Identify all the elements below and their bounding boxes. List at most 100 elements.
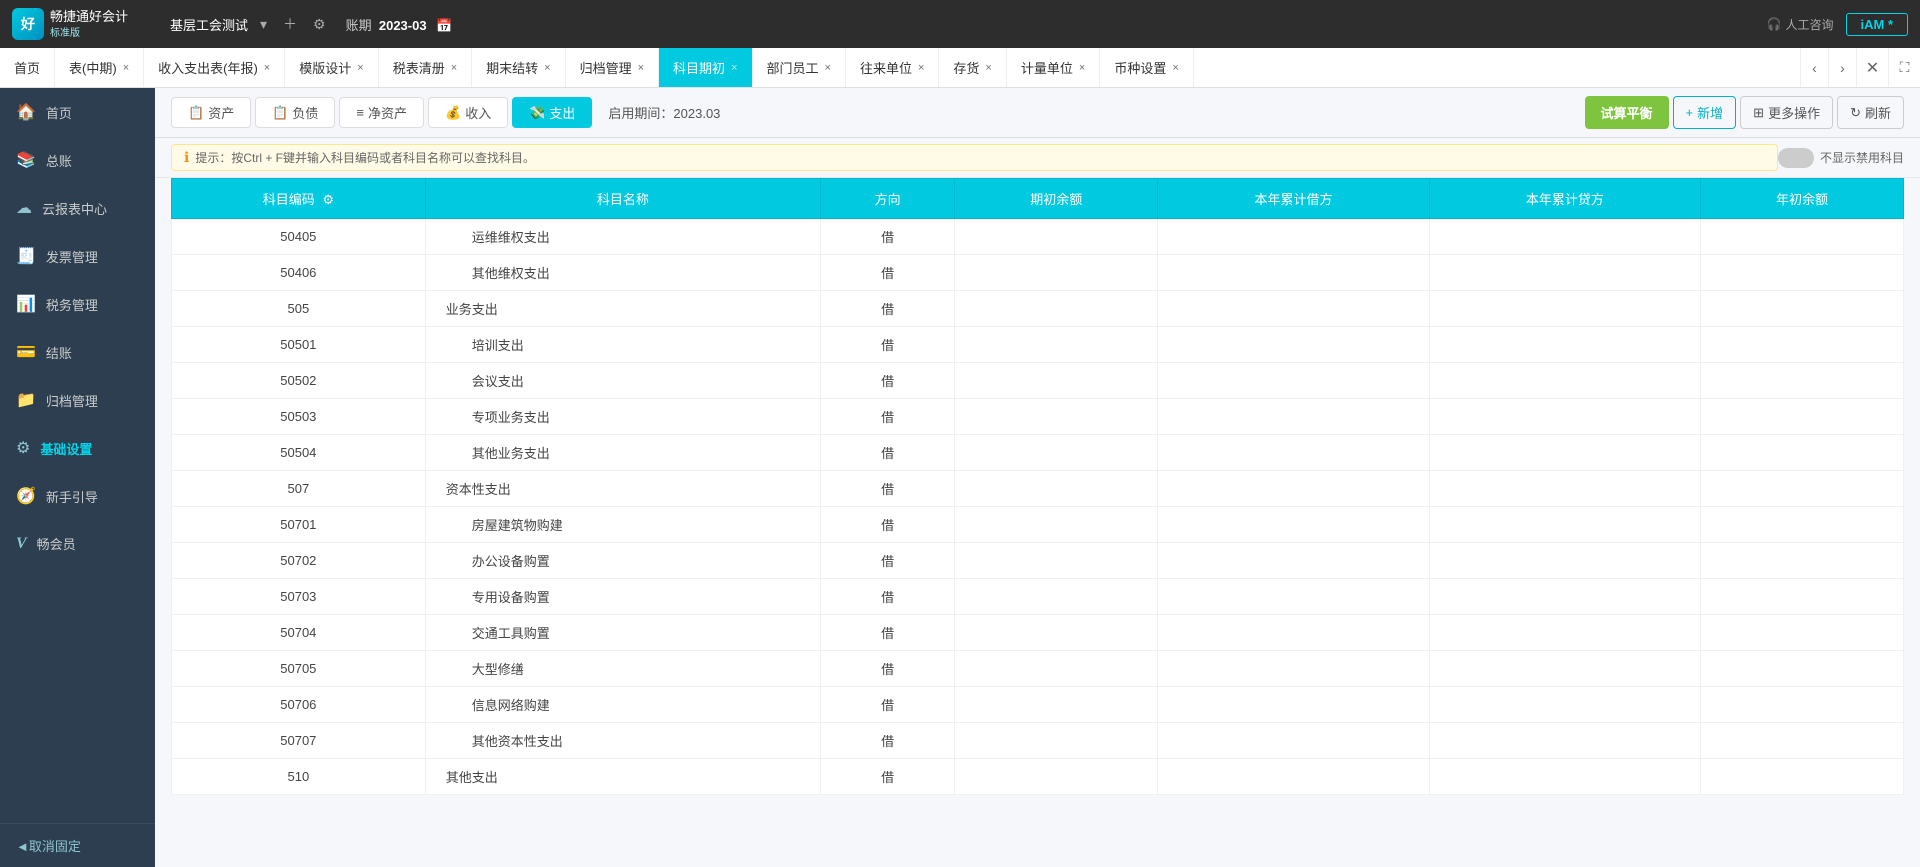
hint-text: 提示：按Ctrl + F键并输入科目编码或者科目名称可以查找科目。 [195,149,535,166]
table-row[interactable]: 50406 其他维权支出 借 [172,255,1904,291]
tab-annual-close[interactable]: × [264,62,270,74]
tab-close-all[interactable]: ✕ [1856,48,1888,88]
tab-contacts-close[interactable]: × [918,62,924,74]
calendar-icon[interactable]: 📅 [436,18,452,33]
sub-tab-expense[interactable]: 💸 支出 [512,97,592,128]
settings-icon[interactable]: ⚙ [309,14,330,35]
table-row[interactable]: 50701 房屋建筑物购建 借 [172,507,1904,543]
dropdown-icon[interactable]: ▾ [256,14,271,35]
tab-unit-close[interactable]: × [1079,62,1085,74]
table-row[interactable]: 50405 运维维权支出 借 [172,219,1904,255]
sidebar-item-checkout[interactable]: 💳 结账 [0,328,155,376]
cell-ytd-credit [1429,435,1700,471]
tab-inventory[interactable]: 存货 × [939,48,1006,88]
cell-year-begin [1701,255,1904,291]
sidebar-item-settings[interactable]: ⚙ 基础设置 [0,424,155,472]
cell-opening [955,255,1158,291]
tab-tax-close[interactable]: × [451,62,457,74]
service-button[interactable]: 🎧 人工咨询 [1767,16,1834,33]
table-row[interactable]: 505 业务支出 借 [172,291,1904,327]
sub-tab-net-assets[interactable]: ≡ 净资产 [339,97,424,128]
cloud-icon: ☁ [16,198,32,218]
tab-template-close[interactable]: × [357,62,363,74]
tab-annual-report[interactable]: 收入支出表(年报) × [144,48,285,88]
tab-archive[interactable]: 归档管理 × [566,48,659,88]
asset-tab-icon: 📋 [188,105,204,121]
tab-expand[interactable]: ⛶ [1888,48,1920,88]
sidebar-item-member[interactable]: V 畅会员 [0,520,155,567]
table-row[interactable]: 50504 其他业务支出 借 [172,435,1904,471]
cell-year-begin [1701,507,1904,543]
archive-icon: 📁 [16,390,36,410]
sidebar-item-cloud-report[interactable]: ☁ 云报表中心 [0,184,155,232]
cell-opening [955,327,1158,363]
cell-opening [955,291,1158,327]
table-row[interactable]: 50503 专项业务支出 借 [172,399,1904,435]
sidebar-item-invoice[interactable]: 🧾 发票管理 [0,232,155,280]
table-body: 50405 运维维权支出 借 50406 其他维权支出 借 505 业务支出 借… [172,219,1904,795]
add-icon[interactable]: ＋ [279,12,301,36]
tab-inventory-close[interactable]: × [985,62,991,74]
tab-mid-report[interactable]: 表(中期) × [55,48,144,88]
tab-archive-close[interactable]: × [638,62,644,74]
tab-template[interactable]: 模版设计 × [285,48,378,88]
iam-button[interactable]: iAM * [1846,13,1909,36]
tab-period-end[interactable]: 期末结转 × [472,48,565,88]
tab-subject-init-close[interactable]: × [731,62,737,74]
tab-dept-staff[interactable]: 部门员工 × [753,48,846,88]
add-button[interactable]: + 新增 [1673,96,1737,129]
sub-tabs-row: 📋 资产 📋 负债 ≡ 净资产 💰 收入 💸 支出 启用期间：2023.03 试… [155,88,1920,138]
sub-tab-liability[interactable]: 📋 负债 [255,97,335,128]
more-label: 更多操作 [1768,103,1820,122]
refresh-button[interactable]: ↻ 刷新 [1837,96,1904,129]
table-row[interactable]: 50502 会议支出 借 [172,363,1904,399]
table-row[interactable]: 50705 大型修缮 借 [172,651,1904,687]
sidebar-item-guide[interactable]: 🧭 新手引导 [0,472,155,520]
cell-opening [955,219,1158,255]
cell-ytd-credit [1429,579,1700,615]
sidebar-collapse-btn[interactable]: ◄取消固定 [0,823,155,867]
tab-contacts[interactable]: 往来单位 × [846,48,939,88]
sub-tab-asset[interactable]: 📋 资产 [171,97,251,128]
subjects-table: 科目编码 ⚙ 科目名称 方向 期初余额 本年累计借方 本年累计贷方 年初余额 5… [171,178,1904,795]
sidebar-item-archive[interactable]: 📁 归档管理 [0,376,155,424]
more-button[interactable]: ⊞ 更多操作 [1740,96,1833,129]
income-tab-icon: 💰 [445,105,461,121]
sidebar-label-settings: 基础设置 [40,439,92,458]
toggle-disabled-subjects[interactable] [1778,148,1814,168]
project-name[interactable]: 基层工会测试 [170,15,248,34]
table-row[interactable]: 50706 信息网络购建 借 [172,687,1904,723]
sub-tab-income[interactable]: 💰 收入 [428,97,508,128]
tab-unit[interactable]: 计量单位 × [1007,48,1100,88]
tab-unit-label: 计量单位 [1021,58,1073,77]
table-row[interactable]: 510 其他支出 借 [172,759,1904,795]
tab-mid-close[interactable]: × [123,62,129,74]
invoice-icon: 🧾 [16,246,36,266]
col-settings-icon[interactable]: ⚙ [322,192,334,207]
tab-currency[interactable]: 币种设置 × [1100,48,1193,88]
table-row[interactable]: 50703 专用设备购置 借 [172,579,1904,615]
table-row[interactable]: 50707 其他资本性支出 借 [172,723,1904,759]
tab-currency-close[interactable]: × [1172,62,1178,74]
tab-home[interactable]: 首页 [0,48,55,88]
tab-arrow-right[interactable]: › [1828,48,1856,88]
tab-arrow-left[interactable]: ‹ [1800,48,1828,88]
sidebar-item-home[interactable]: 🏠 首页 [0,88,155,136]
tab-period-end-close[interactable]: × [544,62,550,74]
cell-year-begin [1701,579,1904,615]
tab-tax-list[interactable]: 税表清册 × [379,48,472,88]
nav-tabs: 首页 表(中期) × 收入支出表(年报) × 模版设计 × 税表清册 × 期末结… [0,48,1920,88]
table-row[interactable]: 50704 交通工具购置 借 [172,615,1904,651]
tab-tax-label: 税表清册 [393,58,445,77]
tab-dept-close[interactable]: × [825,62,831,74]
sidebar-label-archive: 归档管理 [46,391,98,410]
tab-subject-init[interactable]: 科目期初 × [659,48,752,88]
sidebar-item-tax[interactable]: 📊 税务管理 [0,280,155,328]
cell-ytd-credit [1429,723,1700,759]
table-row[interactable]: 50501 培训支出 借 [172,327,1904,363]
table-row[interactable]: 50702 办公设备购置 借 [172,543,1904,579]
sidebar-item-ledger[interactable]: 📚 总账 [0,136,155,184]
calc-balance-button[interactable]: 试算平衡 [1585,96,1669,129]
table-row[interactable]: 507 资本性支出 借 [172,471,1904,507]
cell-ytd-debit [1158,399,1429,435]
